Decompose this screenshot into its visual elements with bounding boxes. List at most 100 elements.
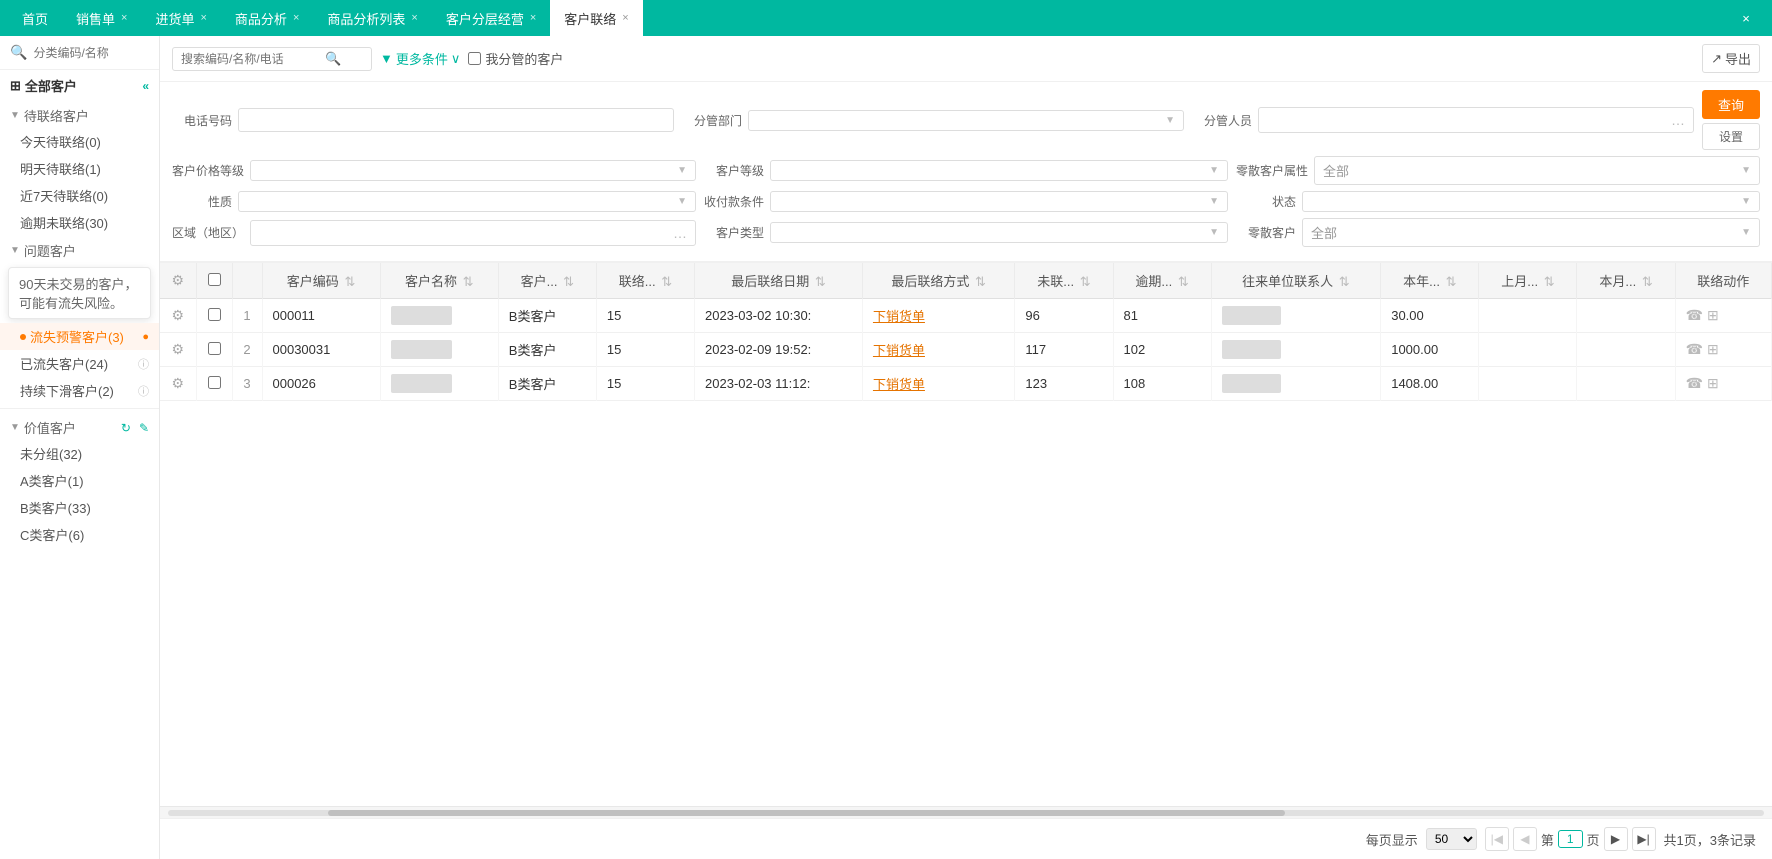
nav-purchase[interactable]: 进货单 × — [141, 0, 220, 36]
row-phone-icon[interactable]: ☎ — [1686, 307, 1703, 324]
sidebar-search-input[interactable] — [33, 46, 160, 60]
payment-select[interactable]: ▼ — [770, 191, 1228, 212]
sidebar-collapse-icon[interactable]: « — [142, 79, 149, 93]
row-gear-icon[interactable]: ⚙ — [160, 367, 196, 401]
customer-tier-select[interactable]: ▼ — [770, 160, 1228, 181]
row-checkbox[interactable] — [208, 308, 221, 321]
row-checkbox-cell[interactable] — [196, 333, 232, 367]
select-all-checkbox[interactable] — [208, 273, 221, 286]
search-button[interactable]: 🔍 — [325, 51, 341, 67]
last-page-button[interactable]: ▶| — [1632, 827, 1656, 851]
row-grid-icon[interactable]: ⊞ — [1707, 307, 1719, 324]
row-grid-icon[interactable]: ⊞ — [1707, 375, 1719, 392]
declining-customers-info-icon[interactable]: ⓘ — [138, 383, 149, 399]
churn-warning-icon[interactable]: ● — [142, 331, 149, 343]
status-select[interactable]: ▼ — [1302, 191, 1760, 212]
next-page-button[interactable]: ▶ — [1604, 827, 1628, 851]
refresh-icon[interactable]: ↻ — [121, 421, 131, 435]
sidebar-item-ungrouped[interactable]: 未分组(32) — [0, 440, 159, 467]
row-last-method[interactable]: 下销货单 — [862, 333, 1014, 367]
horizontal-scrollbar[interactable] — [160, 806, 1772, 818]
nav-product-analysis-list-close[interactable]: × — [411, 12, 417, 24]
nav-customer-contact-close[interactable]: × — [622, 12, 628, 24]
sidebar-item-class-b[interactable]: B类客户(33) — [0, 494, 159, 521]
query-button[interactable]: 查询 — [1702, 90, 1760, 119]
table-header-gear[interactable]: ⚙ — [160, 263, 196, 299]
more-conditions-button[interactable]: ▼ 更多条件 ∨ — [380, 49, 460, 68]
sidebar-group-problem-customers[interactable]: ▼ 问题客户 — [0, 236, 159, 263]
zero-attr-select[interactable]: 全部 ▼ — [1314, 156, 1760, 185]
contact-sort-icon[interactable]: ⇅ — [661, 274, 672, 289]
customer-type-select[interactable]: ▼ — [770, 222, 1228, 243]
window-close-button[interactable]: × — [1728, 0, 1764, 36]
nav-customer-tier-close[interactable]: × — [530, 12, 536, 24]
first-page-button[interactable]: |◀ — [1485, 827, 1509, 851]
not-contacted-sort-icon[interactable]: ⇅ — [1080, 274, 1091, 289]
sidebar-item-class-c[interactable]: C类客户(6) — [0, 521, 159, 548]
sidebar-group-value-customers[interactable]: ▼ 价值客户 ↻ ✎ — [0, 413, 159, 440]
sidebar-group-pending-contact[interactable]: ▼ 待联络客户 — [0, 101, 159, 128]
nav-customer-contact[interactable]: 客户联络 × — [550, 0, 642, 36]
row-last-method[interactable]: 下销货单 — [862, 299, 1014, 333]
search-input[interactable] — [181, 52, 321, 66]
code-sort-icon[interactable]: ⇅ — [344, 274, 355, 289]
last-person-sort-icon[interactable]: ⇅ — [1339, 274, 1350, 289]
person-dots-icon[interactable]: … — [1671, 112, 1685, 128]
sidebar-item-today-contact[interactable]: 今天待联络(0) — [0, 128, 159, 155]
nav-purchase-close[interactable]: × — [200, 12, 206, 24]
dept-select[interactable]: ▼ — [748, 110, 1184, 131]
sidebar-item-lost-customers[interactable]: 已流失客户(24) ⓘ — [0, 350, 159, 377]
per-page-select[interactable]: 50 10 20 100 — [1426, 828, 1477, 850]
region-dots-icon[interactable]: … — [673, 225, 687, 241]
last-method-sort-icon[interactable]: ⇅ — [975, 274, 986, 289]
row-checkbox-cell[interactable] — [196, 367, 232, 401]
my-customers-checkbox[interactable] — [468, 52, 481, 65]
overdue-sort-icon[interactable]: ⇅ — [1178, 274, 1189, 289]
prev-page-button[interactable]: ◀ — [1513, 827, 1537, 851]
row-phone-icon[interactable]: ☎ — [1686, 341, 1703, 358]
last-method-link[interactable]: 下销货单 — [873, 343, 925, 358]
nav-sales-close[interactable]: × — [121, 12, 127, 24]
sidebar-all-customers[interactable]: ⊞ 全部客户 « — [0, 70, 159, 101]
nav-home[interactable]: 首页 — [8, 0, 62, 36]
nav-sales[interactable]: 销售单 × — [62, 0, 141, 36]
phone-input[interactable] — [238, 108, 674, 132]
last-month-sort-icon[interactable]: ⇅ — [1544, 274, 1555, 289]
sidebar-item-overdue-contact[interactable]: 逾期未联络(30) — [0, 209, 159, 236]
sidebar-item-churn-warning[interactable]: 流失预警客户(3) ● — [0, 323, 159, 350]
lost-customers-info-icon[interactable]: ⓘ — [138, 356, 149, 372]
sidebar-item-declining-customers[interactable]: 持续下滑客户(2) ⓘ — [0, 377, 159, 404]
nav-product-analysis-close[interactable]: × — [293, 12, 299, 24]
last-method-link[interactable]: 下销货单 — [873, 377, 925, 392]
sidebar-item-class-a[interactable]: A类客户(1) — [0, 467, 159, 494]
person-select[interactable]: … — [1258, 107, 1694, 133]
settings-button[interactable]: 设置 — [1702, 123, 1760, 150]
export-button[interactable]: ↗ 导出 — [1702, 44, 1760, 73]
row-last-method[interactable]: 下销货单 — [862, 367, 1014, 401]
name-sort-icon[interactable]: ⇅ — [463, 274, 474, 289]
nav-product-analysis-list[interactable]: 商品分析列表 × — [313, 0, 431, 36]
sidebar-item-7day-contact[interactable]: 近7天待联络(0) — [0, 182, 159, 209]
price-tier-select[interactable]: ▼ — [250, 160, 696, 181]
row-phone-icon[interactable]: ☎ — [1686, 375, 1703, 392]
row-checkbox[interactable] — [208, 376, 221, 389]
last-date-sort-icon[interactable]: ⇅ — [815, 274, 826, 289]
sidebar-item-tomorrow-contact[interactable]: 明天待联络(1) — [0, 155, 159, 182]
row-gear-icon[interactable]: ⚙ — [160, 299, 196, 333]
scrollbar-thumb[interactable] — [328, 810, 1286, 816]
this-year-sort-icon[interactable]: ⇅ — [1446, 274, 1457, 289]
this-month-sort-icon[interactable]: ⇅ — [1642, 274, 1653, 289]
type-sort-icon[interactable]: ⇅ — [563, 274, 574, 289]
row-grid-icon[interactable]: ⊞ — [1707, 341, 1719, 358]
gender-select[interactable]: ▼ — [238, 191, 696, 212]
row-checkbox[interactable] — [208, 342, 221, 355]
region-select[interactable]: … — [250, 220, 696, 246]
table-header-checkbox[interactable] — [196, 263, 232, 299]
row-checkbox-cell[interactable] — [196, 299, 232, 333]
row-gear-icon[interactable]: ⚙ — [160, 333, 196, 367]
edit-icon[interactable]: ✎ — [139, 421, 149, 435]
nav-customer-tier[interactable]: 客户分层经营 × — [432, 0, 550, 36]
zero-customer-select[interactable]: 全部 ▼ — [1302, 218, 1760, 247]
nav-product-analysis[interactable]: 商品分析 × — [221, 0, 313, 36]
last-method-link[interactable]: 下销货单 — [873, 309, 925, 324]
